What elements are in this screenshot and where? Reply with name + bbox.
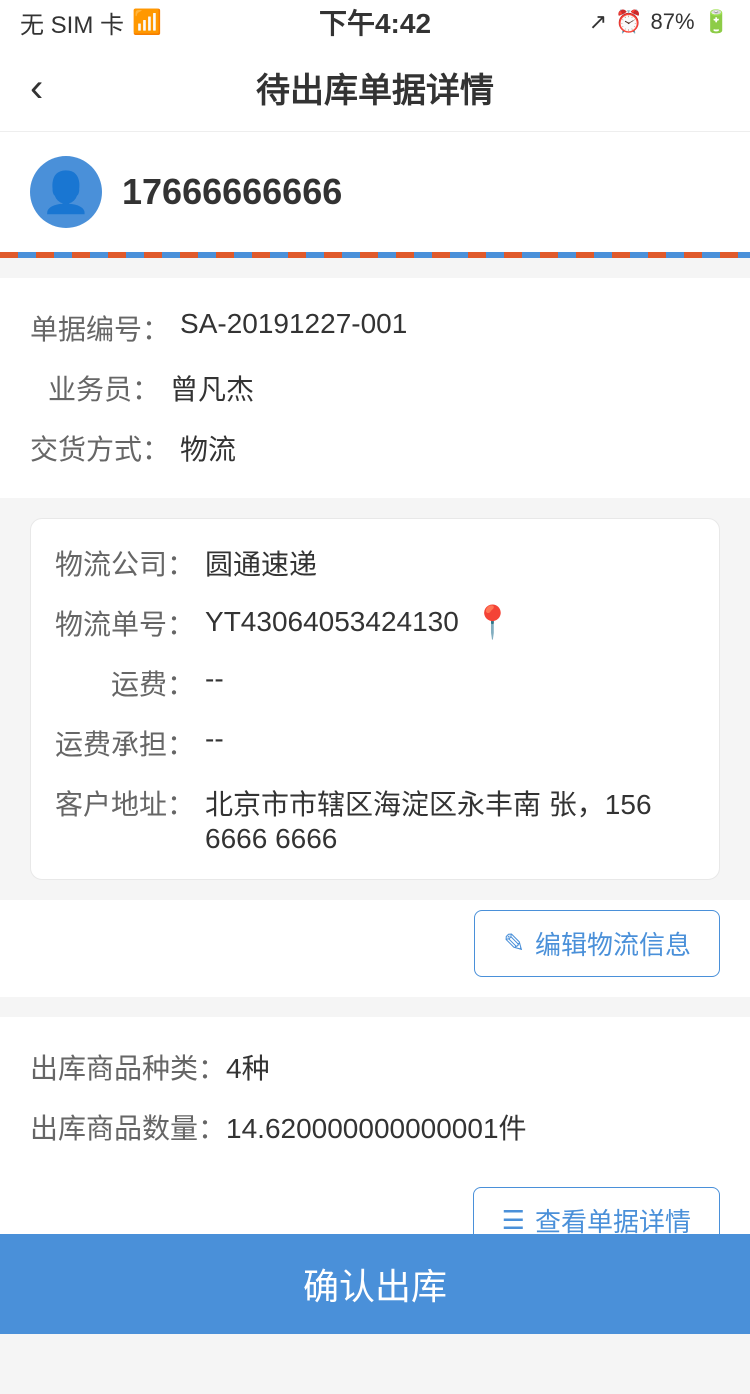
product-quantity-value: 14.620000000000001件: [226, 1107, 527, 1147]
status-bar: 无 SIM 卡 📶 下午4:42 ↗ ⏰ 87% 🔋: [0, 0, 750, 44]
logistics-address-label: 客户地址：: [55, 783, 205, 823]
logistics-freight-bear-value: --: [205, 723, 695, 755]
product-type-row: 出库商品种类： 4种: [30, 1047, 720, 1087]
document-info-section: 单据编号： SA-20191227-001 业务员： 曾凡杰 交货方式： 物流: [0, 278, 750, 498]
document-number-label: 单据编号：: [30, 308, 180, 348]
customer-section: 👤 17666666666: [0, 132, 750, 252]
tracking-number: YT43064053424130: [205, 606, 459, 638]
logistics-freight-label: 运费：: [55, 663, 205, 703]
delivery-label: 交货方式：: [30, 428, 180, 468]
alarm-icon: ⏰: [615, 9, 642, 35]
edit-btn-container: ✎ 编辑物流信息: [0, 900, 750, 997]
delivery-value: 物流: [180, 428, 720, 468]
logistics-tracking-row: 物流单号： YT43064053424130 📍: [55, 603, 695, 643]
product-type-label: 出库商品种类：: [30, 1047, 226, 1087]
logistics-company-value: 圆通速递: [205, 543, 695, 583]
status-right: ↗ ⏰ 87% 🔋: [589, 9, 730, 35]
logistics-tracking-value: YT43064053424130 📍: [205, 603, 695, 641]
logistics-freight-bear-label: 运费承担：: [55, 723, 205, 763]
logistics-card: 物流公司： 圆通速递 物流单号： YT43064053424130 📍 运费： …: [30, 518, 720, 880]
product-quantity-label: 出库商品数量：: [30, 1107, 226, 1147]
product-quantity-row: 出库商品数量： 14.620000000000001件: [30, 1107, 720, 1147]
product-section: 出库商品种类： 4种 出库商品数量： 14.620000000000001件: [0, 1017, 750, 1177]
edit-logistics-label: 编辑物流信息: [535, 925, 691, 962]
location-status-icon: ↗: [589, 9, 607, 35]
logistics-freight-bear-row: 运费承担： --: [55, 723, 695, 763]
logistics-freight-value: --: [205, 663, 695, 695]
logistics-address-value: 北京市市辖区海淀区永丰南 张，156 6666 6666: [205, 783, 695, 855]
dashed-divider: [0, 252, 750, 258]
logistics-company-row: 物流公司： 圆通速递: [55, 543, 695, 583]
back-button[interactable]: ‹: [30, 68, 43, 108]
edit-icon: ✎: [503, 928, 525, 959]
nav-title: 待出库单据详情: [256, 63, 494, 112]
battery-label: 87%: [651, 9, 695, 35]
logistics-tracking-label: 物流单号：: [55, 603, 205, 643]
confirm-label: 确认出库: [303, 1258, 447, 1310]
status-left: 无 SIM 卡 📶: [20, 5, 162, 40]
avatar: 👤: [30, 156, 102, 228]
document-number-value: SA-20191227-001: [180, 308, 720, 340]
salesperson-label: 业务员：: [30, 368, 170, 408]
delivery-row: 交货方式： 物流: [30, 428, 720, 468]
list-icon: ☰: [502, 1205, 525, 1236]
wifi-icon: 📶: [132, 8, 162, 37]
map-pin-icon[interactable]: 📍: [473, 603, 513, 641]
battery-icon: 🔋: [703, 9, 730, 35]
nav-bar: ‹ 待出库单据详情: [0, 44, 750, 132]
document-number-row: 单据编号： SA-20191227-001: [30, 308, 720, 348]
confirm-button[interactable]: 确认出库: [0, 1234, 750, 1334]
status-time: 下午4:42: [319, 2, 431, 42]
product-type-value: 4种: [226, 1047, 270, 1087]
logistics-company-label: 物流公司：: [55, 543, 205, 583]
logistics-freight-row: 运费： --: [55, 663, 695, 703]
carrier-label: 无 SIM 卡: [20, 5, 124, 40]
section-separator: [0, 997, 750, 1017]
edit-logistics-button[interactable]: ✎ 编辑物流信息: [474, 910, 720, 977]
user-icon: 👤: [41, 169, 91, 216]
salesperson-row: 业务员： 曾凡杰: [30, 368, 720, 408]
salesperson-value: 曾凡杰: [170, 368, 720, 408]
customer-phone: 17666666666: [122, 171, 342, 213]
logistics-address-row: 客户地址： 北京市市辖区海淀区永丰南 张，156 6666 6666: [55, 783, 695, 855]
